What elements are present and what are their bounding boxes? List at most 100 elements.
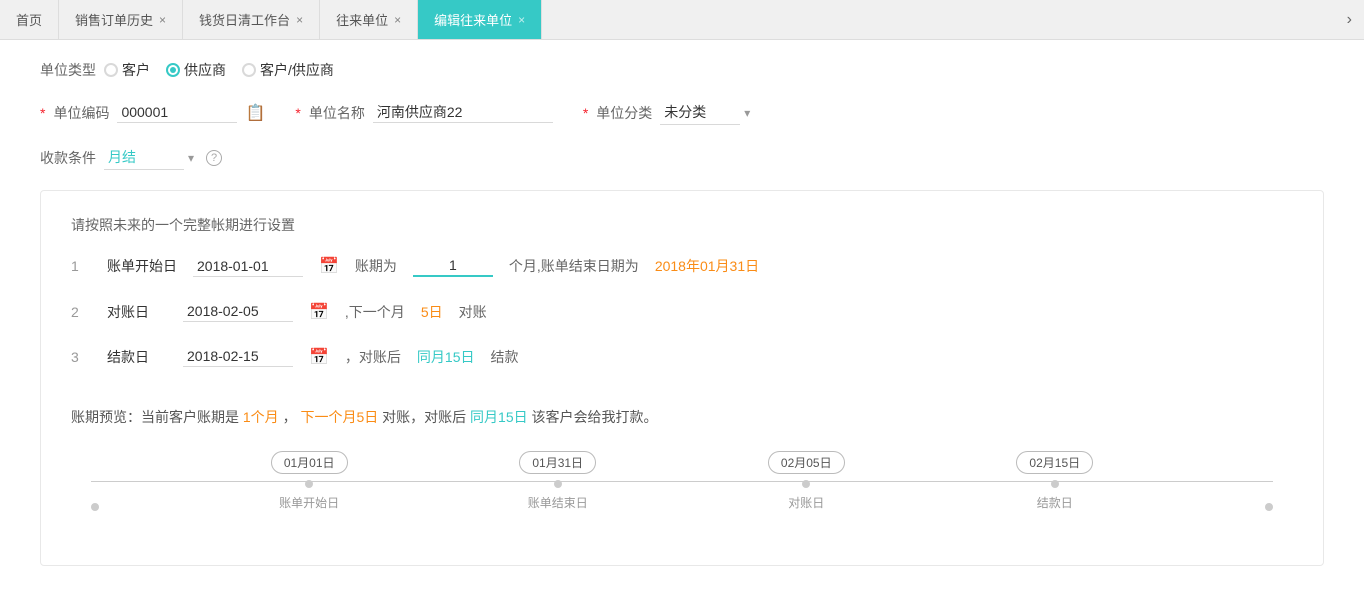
timeline-point-3-label: 02月05日: [768, 451, 845, 474]
timeline-point-3-sublabel: 对账日: [788, 494, 824, 511]
period-cal-3[interactable]: 📅: [309, 347, 329, 367]
period-unit-text: 个月,账单结束日期为: [509, 256, 639, 276]
unit-type-field: 单位类型 客户 供应商 客户/供应商: [40, 60, 334, 80]
close-partner[interactable]: ×: [394, 13, 401, 27]
payment-field: 收款条件 月结 ▾ ?: [40, 145, 222, 170]
payment-value: 月结: [104, 145, 184, 170]
period-date-3[interactable]: [183, 346, 293, 367]
payment-chevron: ▾: [188, 151, 194, 165]
period-row-3: 3 结款日 📅 ，对账后 同月15日 结款: [71, 346, 1293, 367]
preview-part3: 同月15日: [470, 409, 528, 425]
period-box: 请按照未来的一个完整帐期进行设置 1 账单开始日 📅 账期为 个月,账单结束日期…: [40, 190, 1324, 566]
unit-code-input[interactable]: [117, 102, 237, 123]
timeline-point-2-dot: [554, 480, 562, 488]
period-label-2: 对账日: [107, 302, 167, 322]
radio-both[interactable]: 客户/供应商: [242, 60, 334, 80]
unit-class-chevron: ▾: [744, 106, 750, 120]
tab-sales-history[interactable]: 销售订单历史 ×: [59, 0, 183, 39]
period-period-label: 账期为: [355, 256, 397, 276]
payment-select[interactable]: 月结 ▾: [104, 145, 194, 170]
close-sales-history[interactable]: ×: [159, 13, 166, 27]
preview-label: 账期预览：当前客户账期是: [71, 409, 239, 425]
period-box-title: 请按照未来的一个完整帐期进行设置: [71, 215, 1293, 235]
timeline-start-dot: [91, 503, 99, 511]
timeline-point-2: 01月31日 账单结束日: [519, 451, 596, 511]
timeline-point-4-sublabel: 结款日: [1037, 494, 1073, 511]
payment-label: 收款条件: [40, 148, 96, 168]
timeline-point-3-dot: [802, 480, 810, 488]
period-cal-1[interactable]: 📅: [319, 256, 339, 276]
radio-customer[interactable]: 客户: [104, 60, 150, 80]
unit-class-star: *: [583, 105, 588, 121]
unit-code-field: * 单位编码 📋: [40, 102, 265, 123]
period-row2-end: 对账: [459, 302, 487, 322]
period-cal-2[interactable]: 📅: [309, 302, 329, 322]
unit-class-select[interactable]: 未分类 ▾: [660, 100, 750, 125]
unit-type-radio-group: 客户 供应商 客户/供应商: [104, 60, 334, 80]
timeline-point-1-label: 01月01日: [271, 451, 348, 474]
period-row2-suffix1: ,下一个月: [345, 302, 405, 322]
unit-code-star: *: [40, 105, 45, 121]
timeline-point-4-label: 02月15日: [1016, 451, 1093, 474]
unit-type-label: 单位类型: [40, 60, 96, 80]
tab-cash-work[interactable]: 钱货日清工作台 ×: [183, 0, 320, 39]
unit-code-db-icon[interactable]: 📋: [245, 103, 265, 123]
timeline-end-dot: [1265, 503, 1273, 511]
preview-part1: 1个月: [243, 409, 279, 425]
timeline-point-1-dot: [305, 480, 313, 488]
period-date-2[interactable]: [183, 301, 293, 322]
payment-help-icon[interactable]: ?: [206, 150, 222, 166]
timeline-point-2-sublabel: 账单结束日: [528, 494, 588, 511]
period-num-2: 2: [71, 304, 91, 320]
period-end-date: 2018年01月31日: [655, 256, 759, 276]
unit-name-input[interactable]: [373, 102, 553, 123]
tab-partner[interactable]: 往来单位 ×: [320, 0, 418, 39]
period-months-input[interactable]: [413, 255, 493, 277]
radio-both-circle: [242, 63, 256, 77]
preview-text: 账期预览：当前客户账期是 1个月 ， 下一个月5日 对账，对账后 同月15日 该…: [71, 407, 1293, 427]
period-label-3: 结款日: [107, 347, 167, 367]
tab-bar: 首页 销售订单历史 × 钱货日清工作台 × 往来单位 × 编辑往来单位 × ›: [0, 0, 1364, 40]
unit-class-field: * 单位分类 未分类 ▾: [583, 100, 750, 125]
timeline-point-3: 02月05日 对账日: [768, 451, 845, 511]
unit-name-star: *: [295, 105, 300, 121]
period-num-1: 1: [71, 258, 91, 274]
unit-code-label: 单位编码: [53, 103, 109, 123]
main-content: 单位类型 客户 供应商 客户/供应商 * 单位编码: [0, 40, 1364, 608]
preview-sep2: 对账，对账后: [382, 409, 466, 425]
radio-customer-circle: [104, 63, 118, 77]
timeline-point-4-dot: [1051, 480, 1059, 488]
period-row-1: 1 账单开始日 📅 账期为 个月,账单结束日期为 2018年01月31日: [71, 255, 1293, 277]
close-cash-work[interactable]: ×: [296, 13, 303, 27]
timeline-point-1: 01月01日 账单开始日: [271, 451, 348, 511]
period-row-2: 2 对账日 📅 ,下一个月 5日 对账: [71, 301, 1293, 322]
tab-edit-partner[interactable]: 编辑往来单位 ×: [418, 0, 542, 39]
timeline-point-1-sublabel: 账单开始日: [279, 494, 339, 511]
payment-row: 收款条件 月结 ▾ ?: [40, 145, 1324, 170]
unit-class-label: 单位分类: [596, 103, 652, 123]
period-label-1: 账单开始日: [107, 256, 177, 276]
timeline: 01月01日 账单开始日 01月31日 账单结束日 02月05日: [91, 451, 1273, 541]
unit-class-value: 未分类: [660, 100, 740, 125]
timeline-point-2-label: 01月31日: [519, 451, 596, 474]
timeline-points: 01月01日 账单开始日 01月31日 账单结束日 02月05日: [91, 451, 1273, 541]
close-edit-partner[interactable]: ×: [518, 13, 525, 27]
period-row3-suffix1: ，对账后: [345, 347, 401, 367]
period-row3-num: 同月15日: [417, 347, 475, 367]
radio-supplier-circle: [166, 63, 180, 77]
unit-info-row: * 单位编码 📋 * 单位名称 * 单位分类 未分类 ▾: [40, 100, 1324, 125]
radio-supplier[interactable]: 供应商: [166, 60, 226, 80]
period-row3-end: 结款: [491, 347, 519, 367]
timeline-end: [1265, 477, 1273, 511]
timeline-start-end: [91, 477, 99, 511]
period-row2-num: 5日: [421, 302, 443, 322]
period-date-1[interactable]: [193, 256, 303, 277]
preview-part2: 下一个月5日: [300, 409, 378, 425]
unit-type-row: 单位类型 客户 供应商 客户/供应商: [40, 60, 1324, 80]
preview-part4: 该客户会给我打款。: [532, 409, 658, 425]
preview-section: 账期预览：当前客户账期是 1个月 ， 下一个月5日 对账，对账后 同月15日 该…: [71, 391, 1293, 541]
tab-home[interactable]: 首页: [0, 0, 59, 39]
period-num-3: 3: [71, 349, 91, 365]
tab-more-button[interactable]: ›: [1335, 11, 1364, 29]
timeline-point-4: 02月15日 结款日: [1016, 451, 1093, 511]
